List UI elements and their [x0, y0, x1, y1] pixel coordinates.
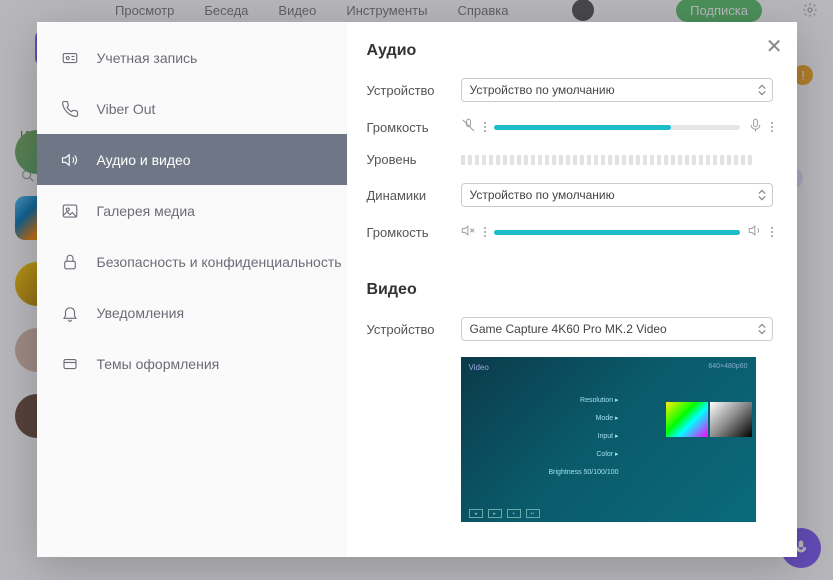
- label-speakers: Динамики: [367, 188, 461, 203]
- label-level: Уровень: [367, 152, 461, 167]
- label-speaker-volume: Громкость: [367, 225, 461, 240]
- lock-icon: [61, 253, 79, 271]
- video-preview: Video 640×480p60 Resolution ▸Mode ▸Input…: [461, 357, 756, 522]
- speakers-select[interactable]: Устройство по умолчанию: [461, 183, 773, 207]
- label-audio-device: Устройство: [367, 83, 461, 98]
- sidebar-item-privacy[interactable]: Безопасность и конфиденциальность: [37, 236, 347, 287]
- slider-fill: [494, 230, 740, 235]
- menu-icon[interactable]: [771, 227, 773, 237]
- bell-icon: [61, 304, 79, 322]
- sidebar-item-media[interactable]: Галерея медиа: [37, 185, 347, 236]
- sidebar-item-notifications[interactable]: Уведомления: [37, 287, 347, 338]
- audio-device-select[interactable]: Устройство по умолчанию: [461, 78, 773, 102]
- theme-icon: [61, 355, 79, 373]
- mic-muted-icon[interactable]: [461, 118, 476, 136]
- sidebar-item-av[interactable]: Аудио и видео: [37, 134, 347, 185]
- chevron-updown-icon: [758, 324, 766, 335]
- image-icon: [61, 202, 79, 220]
- sidebar-item-account[interactable]: Учетная запись: [37, 32, 347, 83]
- settings-sidebar: Учетная запись Viber Out Аудио и видео Г…: [37, 22, 347, 557]
- id-card-icon: [61, 49, 79, 67]
- preview-info: 640×480p60: [708, 363, 747, 370]
- mic-icon[interactable]: [748, 118, 763, 136]
- sidebar-item-label: Аудио и видео: [97, 152, 191, 168]
- sidebar-item-label: Уведомления: [97, 305, 185, 321]
- menu-icon[interactable]: [484, 227, 486, 237]
- preview-buttons: ◂▸▪↵: [469, 509, 540, 518]
- preview-label: Video: [469, 363, 489, 372]
- sidebar-item-viberout[interactable]: Viber Out: [37, 83, 347, 134]
- sidebar-item-label: Темы оформления: [97, 356, 220, 372]
- speaker-muted-icon[interactable]: [461, 223, 476, 241]
- settings-content: Аудио Устройство Устройство по умолчанию…: [347, 22, 797, 557]
- select-value: Устройство по умолчанию: [470, 83, 615, 97]
- select-value: Game Capture 4K60 Pro MK.2 Video: [470, 322, 667, 336]
- slider-fill: [494, 125, 671, 130]
- label-video-device: Устройство: [367, 322, 461, 337]
- settings-modal: ✕ Учетная запись Viber Out Аудио и видео…: [37, 22, 797, 557]
- speaker-volume-slider[interactable]: [494, 230, 740, 235]
- menu-icon[interactable]: [771, 122, 773, 132]
- speaker-icon: [61, 151, 79, 169]
- section-video-title: Видео: [367, 281, 773, 299]
- input-level-meter: [461, 155, 773, 165]
- sidebar-item-label: Безопасность и конфиденциальность: [97, 254, 342, 270]
- mic-volume-slider[interactable]: [494, 125, 740, 130]
- select-value: Устройство по умолчанию: [470, 188, 615, 202]
- sidebar-item-label: Viber Out: [97, 101, 156, 117]
- chevron-updown-icon: [758, 85, 766, 96]
- close-button[interactable]: ✕: [766, 34, 783, 59]
- preview-menu: Resolution ▸Mode ▸Input ▸Color ▸Brightne…: [549, 392, 619, 482]
- label-mic-volume: Громкость: [367, 120, 461, 135]
- sidebar-item-label: Учетная запись: [97, 50, 198, 66]
- sidebar-item-themes[interactable]: Темы оформления: [37, 338, 347, 389]
- gray-swatch: [710, 402, 752, 437]
- chevron-updown-icon: [758, 190, 766, 201]
- modal-overlay: ✕ Учетная запись Viber Out Аудио и видео…: [0, 0, 833, 580]
- speaker-icon[interactable]: [748, 223, 763, 241]
- sidebar-item-label: Галерея медиа: [97, 203, 195, 219]
- video-device-select[interactable]: Game Capture 4K60 Pro MK.2 Video: [461, 317, 773, 341]
- phone-icon: [61, 100, 79, 118]
- section-audio-title: Аудио: [367, 42, 773, 60]
- color-swatch: [666, 402, 708, 437]
- menu-icon[interactable]: [484, 122, 486, 132]
